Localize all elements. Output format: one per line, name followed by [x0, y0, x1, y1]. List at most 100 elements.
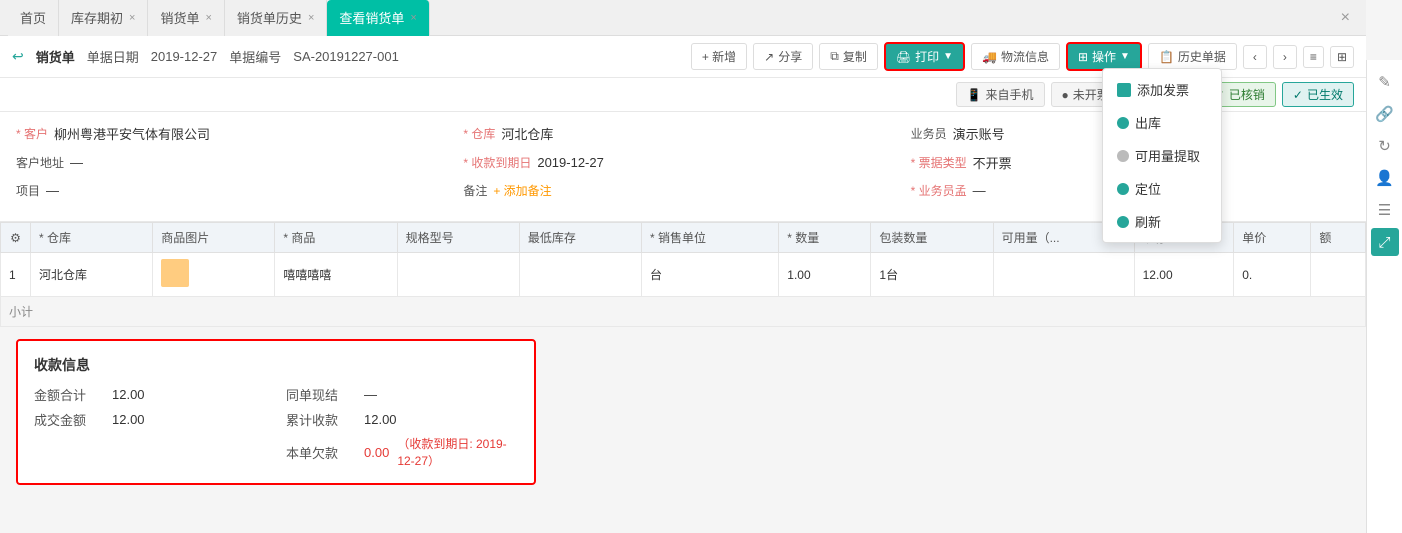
doc-type-icon: ↩ [12, 48, 24, 65]
warehouse-value[interactable]: 河北仓库 [501, 124, 553, 143]
doc-type-label: 销货单 [36, 47, 75, 66]
sidebar-expand-icon[interactable]: ⤢ [1371, 228, 1399, 256]
sidebar-edit-icon[interactable]: ✎ [1371, 68, 1399, 96]
due-amount-value: 0.00 [364, 445, 389, 460]
grid-view-button[interactable]: ⊞ [1330, 46, 1354, 68]
cell-warehouse: 河北仓库 [31, 253, 153, 297]
cell-unit: 台 [642, 253, 779, 297]
tab-sales-history[interactable]: 销货单历史 × [225, 0, 327, 36]
doc-date-label: 单据日期 [87, 47, 139, 66]
cell-min-stock [519, 253, 641, 297]
invoice-icon [1117, 83, 1131, 97]
doc-number-label: 单据编号 [229, 47, 281, 66]
col-pack-qty: 包装数量 [871, 223, 993, 253]
payment-row-1: 金额合计 12.00 [34, 385, 266, 404]
table-row: 1 河北仓库 嘻嘻嘻嘻 台 1.00 1台 12.00 0. [1, 253, 1366, 297]
col-amount: 额 [1311, 223, 1366, 253]
phone-icon: 📱 [967, 88, 982, 102]
grid-icon: ⊞ [1078, 50, 1088, 64]
add-invoice-item[interactable]: 添加发票 [1103, 73, 1221, 106]
col-settings: ⚙ [1, 223, 31, 253]
tab-view-sales-order[interactable]: 查看销货单 × [327, 0, 429, 36]
subtotal-row: 小计 [1, 297, 1366, 327]
due-date-value[interactable]: 2019-12-27 [537, 155, 604, 170]
note-field: 备注 + 添加备注 [463, 182, 902, 199]
tab-inventory-init[interactable]: 库存期初 × [59, 0, 148, 36]
share-button[interactable]: ↗ 分享 [753, 43, 813, 70]
cell-spec [397, 253, 519, 297]
deal-amount-value: 12.00 [112, 412, 145, 427]
close-tab-history[interactable]: × [308, 12, 314, 24]
close-tab-sales[interactable]: × [205, 12, 211, 24]
col-warehouse: * 仓库 [31, 223, 153, 253]
new-button[interactable]: + 新增 [691, 43, 747, 70]
close-tab-view[interactable]: × [410, 12, 416, 24]
ticket-type-value[interactable]: 不开票 [973, 153, 1012, 172]
payment-title: 收款信息 [34, 355, 518, 375]
project-value[interactable]: — [46, 183, 59, 198]
logistics-button[interactable]: 🚚 物流信息 [971, 43, 1060, 70]
col-spec: 规格型号 [397, 223, 519, 253]
payment-row-2: 成交金额 12.00 [34, 410, 266, 429]
from-phone-button[interactable]: 📱 来自手机 [956, 82, 1045, 107]
operate-button[interactable]: ⊞ 操作 ▼ [1066, 42, 1142, 71]
col-min-stock: 最低库存 [519, 223, 641, 253]
payment-grid: 金额合计 12.00 同单现结 — 成交金额 12.00 累计收款 12.00 … [34, 385, 518, 469]
project-field: 项目 — [16, 182, 455, 199]
total-received-value: 12.00 [364, 412, 397, 427]
next-button[interactable]: › [1273, 45, 1297, 69]
col-unit-price: 单价 [1234, 223, 1311, 253]
toolbar-actions: + 新增 ↗ 分享 ⧉ 复制 🖨 打印 ▼ 🚚 物流信息 ⊞ 操作 ▼ [691, 42, 1354, 71]
salesperson-value[interactable]: — [973, 183, 986, 198]
staff-value[interactable]: 演示账号 [953, 124, 1005, 143]
cell-amount [1311, 253, 1366, 297]
print-button[interactable]: 🖨 打印 ▼ [884, 42, 965, 71]
address-value[interactable]: — [70, 155, 83, 170]
cell-unit-price: 0. [1234, 253, 1311, 297]
sidebar-list-icon[interactable]: ☰ [1371, 196, 1399, 224]
right-sidebar: ✎ 🔗 ↻ 👤 ☰ ⤢ [1366, 60, 1402, 533]
history-button[interactable]: 📋 历史单据 [1148, 43, 1237, 70]
total-amount-label: 金额合计 [34, 385, 104, 404]
note-label: 备注 [463, 182, 487, 199]
sidebar-user-icon[interactable]: 👤 [1371, 164, 1399, 192]
sidebar-link-icon[interactable]: 🔗 [1371, 100, 1399, 128]
salesperson-label: * 业务员孟 [911, 182, 967, 199]
refresh-item[interactable]: 刷新 [1103, 205, 1221, 238]
extract-icon [1117, 150, 1129, 162]
doc-date-value: 2019-12-27 [151, 49, 218, 64]
col-product-img: 商品图片 [153, 223, 275, 253]
customer-value[interactable]: 柳州粤港平安气体有限公司 [54, 124, 210, 143]
copy-button[interactable]: ⧉ 复制 [819, 43, 878, 70]
cell-index: 1 [1, 253, 31, 297]
payment-row-3-col2: 本单欠款 0.00 （收款到期日: 2019-12-27） [286, 435, 518, 469]
product-image [161, 259, 189, 287]
same-settle-label: 同单现结 [286, 385, 356, 404]
copy-icon: ⧉ [830, 49, 839, 64]
tab-sales-order[interactable]: 销货单 × [148, 0, 224, 36]
tab-home[interactable]: 首页 [8, 0, 59, 36]
locate-item[interactable]: 定位 [1103, 172, 1221, 205]
customer-field: * 客户 柳州粤港平安气体有限公司 [16, 124, 455, 143]
payment-info-box: 收款信息 金额合计 12.00 同单现结 — 成交金额 12.00 累计收款 1… [16, 339, 536, 485]
total-amount-value: 12.00 [112, 387, 145, 402]
effective-button[interactable]: ✓ 已生效 [1282, 82, 1354, 107]
prev-button[interactable]: ‹ [1243, 45, 1267, 69]
list-view-button[interactable]: ≡ [1303, 46, 1324, 68]
warehouse-field: * 仓库 河北仓库 [463, 124, 902, 143]
add-note-button[interactable]: + 添加备注 [493, 182, 551, 199]
staff-label: 业务员 [911, 125, 947, 142]
warehouse-label: * 仓库 [463, 125, 495, 142]
cell-product: 嘻嘻嘻嘻 [275, 253, 397, 297]
close-tab-inventory[interactable]: × [129, 12, 135, 24]
due-date-extra: （收款到期日: 2019-12-27） [397, 435, 518, 469]
available-extract-item[interactable]: 可用量提取 [1103, 139, 1221, 172]
sidebar-refresh-icon[interactable]: ↻ [1371, 132, 1399, 160]
close-all-tabs[interactable]: × [1333, 9, 1358, 27]
project-label: 项目 [16, 182, 40, 199]
operate-dropdown: 添加发票 出库 可用量提取 定位 刷新 [1102, 68, 1222, 243]
customer-label: * 客户 [16, 125, 48, 142]
outbound-item[interactable]: 出库 [1103, 106, 1221, 139]
col-quantity: * 数量 [779, 223, 871, 253]
payment-row-1-col2: 同单现结 — [286, 385, 518, 404]
